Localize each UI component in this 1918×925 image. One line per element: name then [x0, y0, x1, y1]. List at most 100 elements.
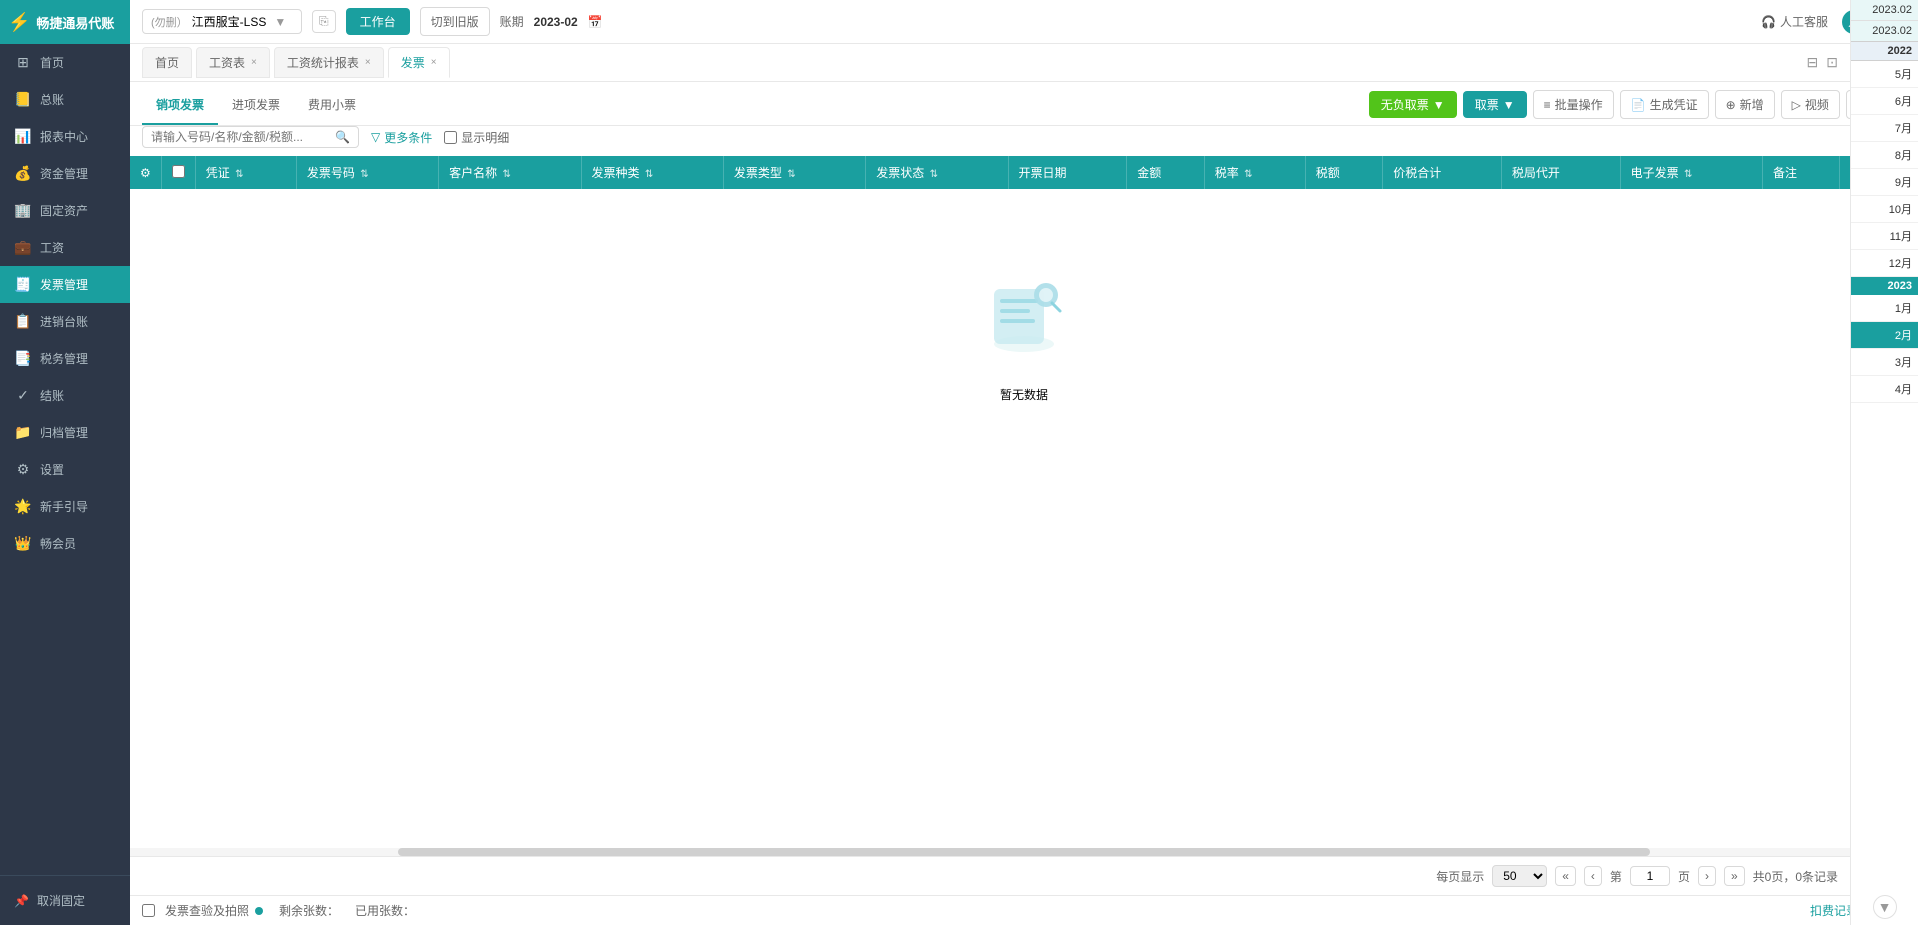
subtab-purchase-invoice[interactable]: 进项发票	[218, 90, 294, 125]
sort-invoice-no-icon[interactable]: ⇅	[360, 169, 368, 180]
sort-voucher-icon[interactable]: ⇅	[235, 169, 243, 180]
new-button[interactable]: ⊕ 新增	[1715, 90, 1775, 119]
cal-month-9[interactable]: 9月	[1851, 169, 1918, 196]
period-calendar-icon[interactable]: 📅	[588, 15, 603, 29]
sort-invoice-type-icon[interactable]: ⇅	[645, 169, 653, 180]
get-invoice-button[interactable]: 取票 ▼	[1463, 91, 1527, 118]
sidebar-item-guide[interactable]: 🌟 新手引导	[0, 488, 130, 525]
verify-checkbox[interactable]	[142, 904, 155, 917]
cal-month-11[interactable]: 11月	[1851, 223, 1918, 250]
cal-month-1[interactable]: 1月	[1851, 295, 1918, 322]
empty-icon	[974, 269, 1074, 376]
support-button[interactable]: 🎧 人工客服	[1761, 13, 1828, 30]
collapse-tab-button[interactable]: ⊟	[1807, 54, 1819, 71]
scroll-bar-thumb[interactable]	[398, 848, 1650, 856]
expand-tab-button[interactable]: ⊡	[1826, 54, 1838, 71]
sort-invoice-cat-icon[interactable]: ⇅	[787, 169, 795, 180]
dropdown-icon: ▼	[274, 15, 286, 29]
sidebar-item-home[interactable]: ⊞ 首页	[0, 44, 130, 81]
sidebar-item-fixed[interactable]: 🏢 固定资产	[0, 192, 130, 229]
sidebar-item-member[interactable]: 👑 畅会员	[0, 525, 130, 562]
member-icon: 👑	[14, 535, 32, 552]
col-invoice-category: 发票类型	[734, 166, 782, 180]
show-detail-input[interactable]	[444, 131, 457, 144]
th-e-invoice: 电子发票 ⇅	[1620, 156, 1762, 189]
next-page-button[interactable]: ›	[1698, 866, 1716, 886]
col-amount: 金额	[1137, 166, 1161, 180]
th-settings[interactable]: ⚙	[130, 156, 161, 189]
th-checkbox[interactable]	[161, 156, 195, 189]
cal-month-8[interactable]: 8月	[1851, 142, 1918, 169]
sidebar-logo: ⚡ 畅捷通易代账	[0, 0, 130, 44]
last-page-button[interactable]: »	[1724, 866, 1745, 886]
sort-einvoice-icon[interactable]: ⇅	[1684, 169, 1692, 180]
tab-invoice-label: 发票	[401, 54, 425, 71]
select-all-checkbox[interactable]	[172, 165, 185, 178]
cal-month-7[interactable]: 7月	[1851, 115, 1918, 142]
video-button[interactable]: ▷ 视频	[1781, 90, 1840, 119]
sidebar-item-settings[interactable]: ⚙ 设置	[0, 451, 130, 488]
cal-month-10[interactable]: 10月	[1851, 196, 1918, 223]
sidebar-item-tax[interactable]: 📑 税务管理	[0, 340, 130, 377]
sidebar-item-label-sales: 进销台账	[40, 313, 88, 330]
sidebar-item-label-archive: 归档管理	[40, 424, 88, 441]
sidebar-item-archive[interactable]: 📁 归档管理	[0, 414, 130, 451]
sidebar-item-label-ledger: 总账	[40, 91, 64, 108]
sort-status-icon[interactable]: ⇅	[930, 169, 938, 180]
collapse-label: 取消固定	[37, 892, 85, 909]
batch-ops-icon: ≡	[1544, 98, 1551, 112]
th-remarks: 备注	[1762, 156, 1839, 189]
company-selector[interactable]: (勿删） 江西服宝-LSS ▼	[142, 9, 302, 34]
sidebar-item-sales[interactable]: 📋 进销台账	[0, 303, 130, 340]
sidebar-item-salary[interactable]: 💼 工资	[0, 229, 130, 266]
cal-month-3[interactable]: 3月	[1851, 349, 1918, 376]
no-invoice-button[interactable]: 无负取票 ▼	[1369, 91, 1457, 118]
tab-invoice[interactable]: 发票 ×	[388, 47, 450, 78]
cal-month-12[interactable]: 12月	[1851, 250, 1918, 277]
per-page-select[interactable]: 50 10 20 100	[1492, 865, 1547, 887]
cal-month-6[interactable]: 6月	[1851, 88, 1918, 115]
cal-month-2[interactable]: 2月	[1851, 322, 1918, 349]
th-tax-code: 税局代开	[1501, 156, 1620, 189]
tab-invoice-close[interactable]: ×	[431, 57, 437, 68]
page-input[interactable]	[1630, 866, 1670, 886]
workbench-button[interactable]: 工作台	[346, 8, 410, 35]
sidebar-item-funds[interactable]: 💰 资金管理	[0, 155, 130, 192]
copy-button[interactable]: ⎘	[312, 10, 336, 33]
scroll-bar-area[interactable]	[130, 848, 1918, 856]
sidebar-item-label-invoice: 发票管理	[40, 276, 88, 293]
remaining-label: 剩余张数：	[279, 902, 339, 919]
cal-down-button[interactable]: ▼	[1873, 895, 1897, 919]
tab-salary-stats-close[interactable]: ×	[365, 57, 371, 68]
sort-customer-icon[interactable]: ⇅	[503, 169, 511, 180]
sidebar-item-ledger[interactable]: 📒 总账	[0, 81, 130, 118]
cal-scroll-down[interactable]: ▼	[1851, 889, 1918, 925]
subtab-sales-invoice[interactable]: 销项发票	[142, 90, 218, 125]
tab-salary-table-close[interactable]: ×	[251, 57, 257, 68]
show-detail-checkbox[interactable]: 显示明细	[444, 129, 509, 146]
subtab-expense-receipt[interactable]: 费用小票	[294, 90, 370, 125]
first-page-button[interactable]: «	[1555, 866, 1576, 886]
batch-ops-button[interactable]: ≡ 批量操作	[1533, 90, 1614, 119]
sort-tax-rate-icon[interactable]: ⇅	[1244, 169, 1252, 180]
sidebar-item-closing[interactable]: ✓ 结账	[0, 377, 130, 414]
prev-page-button[interactable]: ‹	[1584, 866, 1602, 886]
tab-salary-table[interactable]: 工资表 ×	[196, 47, 270, 78]
tab-salary-stats[interactable]: 工资统计报表 ×	[274, 47, 384, 78]
tab-home[interactable]: 首页	[142, 47, 192, 78]
sidebar-collapse-btn[interactable]: 📌 取消固定	[0, 884, 130, 917]
cal-month-4[interactable]: 4月	[1851, 376, 1918, 403]
sidebar-item-invoice[interactable]: 🧾 发票管理	[0, 266, 130, 303]
sidebar-item-reports[interactable]: 📊 报表中心	[0, 118, 130, 155]
search-box[interactable]: 🔍	[142, 126, 359, 148]
col-customer: 客户名称	[449, 166, 497, 180]
th-amount: 金额	[1127, 156, 1204, 189]
filter-button[interactable]: ▽ 更多条件	[371, 129, 432, 146]
th-open-date: 开票日期	[1008, 156, 1127, 189]
generate-voucher-button[interactable]: 📄 生成凭证	[1620, 90, 1709, 119]
switch-old-button[interactable]: 切到旧版	[420, 7, 490, 36]
cal-month-5[interactable]: 5月	[1851, 61, 1918, 88]
video-label: 视频	[1805, 96, 1829, 113]
tab-salary-table-label: 工资表	[209, 54, 245, 71]
search-input[interactable]	[151, 130, 331, 144]
